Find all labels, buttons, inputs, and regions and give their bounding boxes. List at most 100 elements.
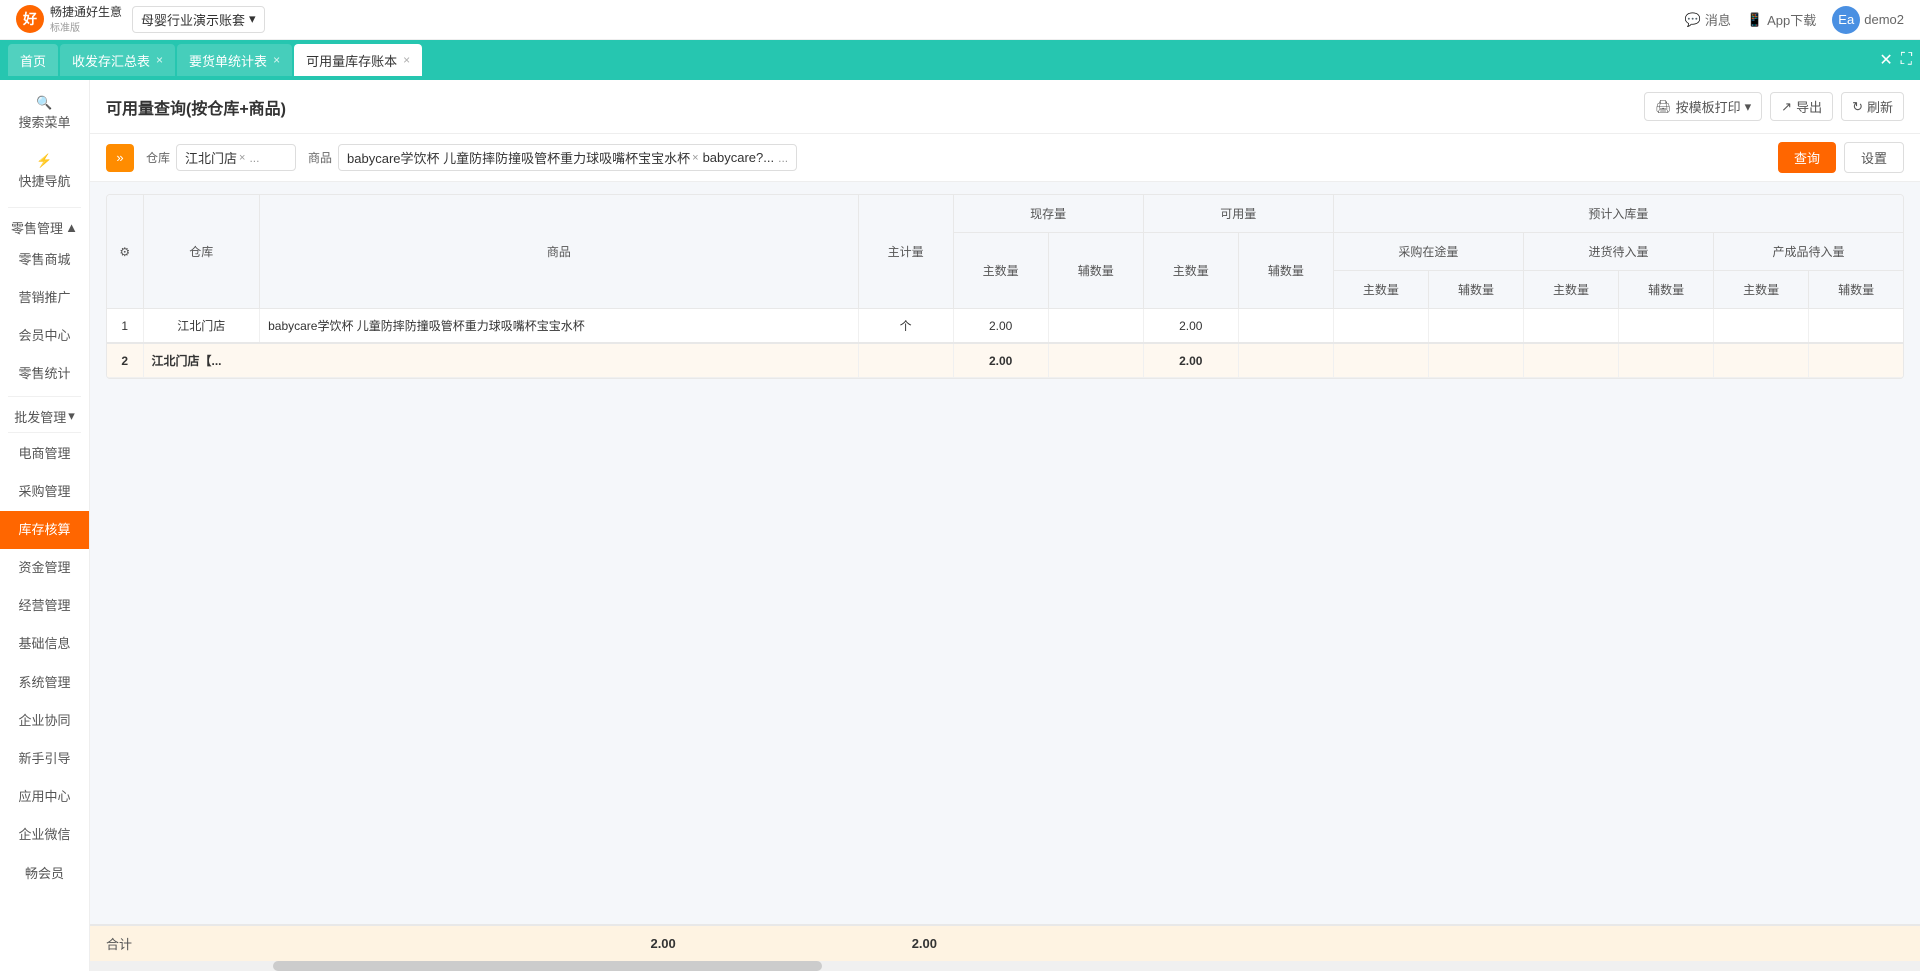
product-more-icon[interactable]: ... [778, 151, 788, 165]
chevron-down-icon: ▾ [1745, 99, 1752, 115]
th-purchase-transit: 采购在途量 [1333, 233, 1523, 271]
th-avail-aux: 辅数量 [1238, 233, 1333, 309]
table-area: ⚙ 仓库 商品 主计量 现存量 可用量 预计入库量 主数量 辅数量 主数量 [90, 182, 1920, 924]
horizontal-scrollbar[interactable] [90, 961, 1920, 971]
cell-product: babycare学饮杯 儿童防摔防撞吸管杯重力球吸嘴杯宝宝水杯 [260, 309, 858, 344]
sidebar-item-label: 企业微信 [18, 826, 70, 844]
user-area[interactable]: Ea demo2 [1832, 6, 1904, 34]
expand-filter-button[interactable]: » [106, 144, 134, 172]
logo-area: 好 畅捷通好生意 标准版 [16, 5, 122, 34]
top-bar-left: 好 畅捷通好生意 标准版 母婴行业演示账套 ▾ [16, 5, 265, 34]
sidebar-item-search-menu[interactable]: 🔍 搜索菜单 [0, 84, 89, 142]
chevron-down-icon: ▾ [68, 408, 75, 424]
sidebar-item-basic-info[interactable]: 基础信息 [0, 625, 89, 663]
sidebar-item-ecommerce[interactable]: 电商管理 [0, 435, 89, 473]
cell-avail-main: 2.00 [1143, 309, 1238, 344]
tab-order-stats[interactable]: 要货单统计表 × [177, 44, 292, 76]
subtotal-goods-aux [1619, 343, 1714, 378]
subtotal-stock-main: 2.00 [953, 343, 1048, 378]
product-filter-input[interactable]: babycare学饮杯 儿童防摔防撞吸管杯重力球吸嘴杯宝宝水杯 × babyca… [338, 144, 797, 171]
nav-icon: ⚡ [36, 152, 52, 170]
avatar: Ea [1832, 6, 1860, 34]
refresh-button[interactable]: ↻ 刷新 [1841, 92, 1904, 121]
message-action[interactable]: 💬 消息 [1685, 10, 1731, 29]
sidebar-item-label: 采购管理 [18, 483, 70, 501]
subtotal-index: 2 [107, 343, 143, 378]
th-stock-aux: 辅数量 [1048, 233, 1143, 309]
query-button[interactable]: 查询 [1778, 142, 1836, 173]
subtotal-stock-aux [1048, 343, 1143, 378]
warehouse-tag-close[interactable]: × [239, 152, 245, 164]
sidebar-group-retail-mgmt[interactable]: 零售管理 ▲ [0, 210, 89, 241]
warehouse-filter-group: 仓库 江北门店 × ... [146, 144, 296, 171]
th-product: 商品 [260, 195, 858, 309]
cell-purchase-aux [1428, 309, 1523, 344]
maximize-icon[interactable]: ⛶ [1901, 51, 1912, 69]
sidebar-item-chang-member[interactable]: 畅会员 [0, 855, 89, 893]
sidebar-item-purchase[interactable]: 采购管理 [0, 473, 89, 511]
page-actions: 🖨 按模板打印 ▾ ↗ 导出 ↻ 刷新 [1644, 92, 1904, 121]
export-icon: ↗ [1781, 99, 1792, 115]
sidebar-item-wechat[interactable]: 企业微信 [0, 816, 89, 854]
sidebar-item-system[interactable]: 系统管理 [0, 664, 89, 702]
divider [8, 207, 81, 208]
expand-icon: » [116, 150, 123, 165]
sidebar-item-label: 资金管理 [18, 559, 70, 577]
th-production-pending: 产成品待入量 [1714, 233, 1903, 271]
footer-spacer3 [467, 936, 598, 951]
close-icon[interactable]: × [156, 53, 163, 67]
sidebar-item-label: 零售商城 [18, 251, 70, 269]
cell-prod-aux [1809, 309, 1903, 344]
print-template-button[interactable]: 🖨 按模板打印 ▾ [1644, 92, 1762, 121]
warehouse-more-icon[interactable]: ... [249, 151, 259, 165]
th-current-stock: 现存量 [953, 195, 1143, 233]
sidebar-item-retail-mall[interactable]: 零售商城 [0, 241, 89, 279]
sidebar-item-inventory[interactable]: 库存核算 [0, 511, 89, 549]
tab-available-inventory[interactable]: 可用量库存账本 × [294, 44, 422, 76]
message-icon: 💬 [1685, 12, 1701, 28]
sidebar-item-label: 库存核算 [18, 521, 70, 539]
footer-goods-main [1381, 936, 1512, 951]
sidebar-item-marketing[interactable]: 营销推广 [0, 279, 89, 317]
scrollbar-thumb[interactable] [273, 961, 822, 971]
logo-subtext: 标准版 [50, 19, 122, 34]
chevron-down-icon: ▾ [249, 11, 256, 27]
search-icon: 🔍 [36, 94, 52, 112]
close-icon[interactable]: × [403, 53, 410, 67]
sidebar-item-label: 畅会员 [25, 865, 64, 883]
footer-spacer2 [337, 936, 468, 951]
sidebar-group-wholesale-mgmt[interactable]: 批发管理 ▾ [0, 399, 89, 430]
sidebar-item-label: 经营管理 [18, 597, 70, 615]
warehouse-tag: 江北门店 × [185, 148, 245, 167]
template-selector[interactable]: 母婴行业演示账套 ▾ [132, 6, 265, 33]
main-layout: 🔍 搜索菜单 ⚡ 快捷导航 零售管理 ▲ 零售商城 营销推广 会员中心 零售统计… [0, 80, 1920, 971]
subtotal-avail-main: 2.00 [1143, 343, 1238, 378]
settings-button[interactable]: 设置 [1844, 142, 1904, 173]
warehouse-filter-input[interactable]: 江北门店 × ... [176, 144, 296, 171]
th-goods-main: 主数量 [1523, 271, 1618, 309]
export-button[interactable]: ↗ 导出 [1770, 92, 1833, 121]
sidebar-item-app-center[interactable]: 应用中心 [0, 778, 89, 816]
product-tag-close[interactable]: × [692, 152, 698, 164]
th-settings[interactable]: ⚙ [107, 195, 143, 309]
close-icon[interactable]: × [273, 53, 280, 67]
sidebar-item-ops[interactable]: 经营管理 [0, 587, 89, 625]
print-label: 按模板打印 [1676, 97, 1741, 116]
sidebar-item-enterprise-collab[interactable]: 企业协同 [0, 702, 89, 740]
sidebar-item-label: 系统管理 [18, 674, 70, 692]
chevron-up-icon: ▲ [65, 220, 78, 235]
close-all-icon[interactable]: ✕ [1879, 50, 1892, 70]
cell-warehouse: 江北门店 [143, 309, 260, 344]
tab-receive-summary[interactable]: 收发存汇总表 × [60, 44, 175, 76]
tab-home[interactable]: 首页 [8, 44, 58, 76]
sidebar-item-label: 电商管理 [18, 445, 70, 463]
sidebar-item-fund[interactable]: 资金管理 [0, 549, 89, 587]
th-goods-pending: 进货待入量 [1523, 233, 1713, 271]
sidebar-item-retail-stats[interactable]: 零售统计 [0, 355, 89, 393]
app-download-action[interactable]: 📱 App下载 [1747, 10, 1816, 29]
subtotal-purchase-aux [1428, 343, 1523, 378]
sidebar-item-member-center[interactable]: 会员中心 [0, 317, 89, 355]
sidebar-item-quick-nav[interactable]: ⚡ 快捷导航 [0, 142, 89, 200]
sidebar-item-novice[interactable]: 新手引导 [0, 740, 89, 778]
sidebar-item-label: 搜索菜单 [18, 114, 70, 132]
